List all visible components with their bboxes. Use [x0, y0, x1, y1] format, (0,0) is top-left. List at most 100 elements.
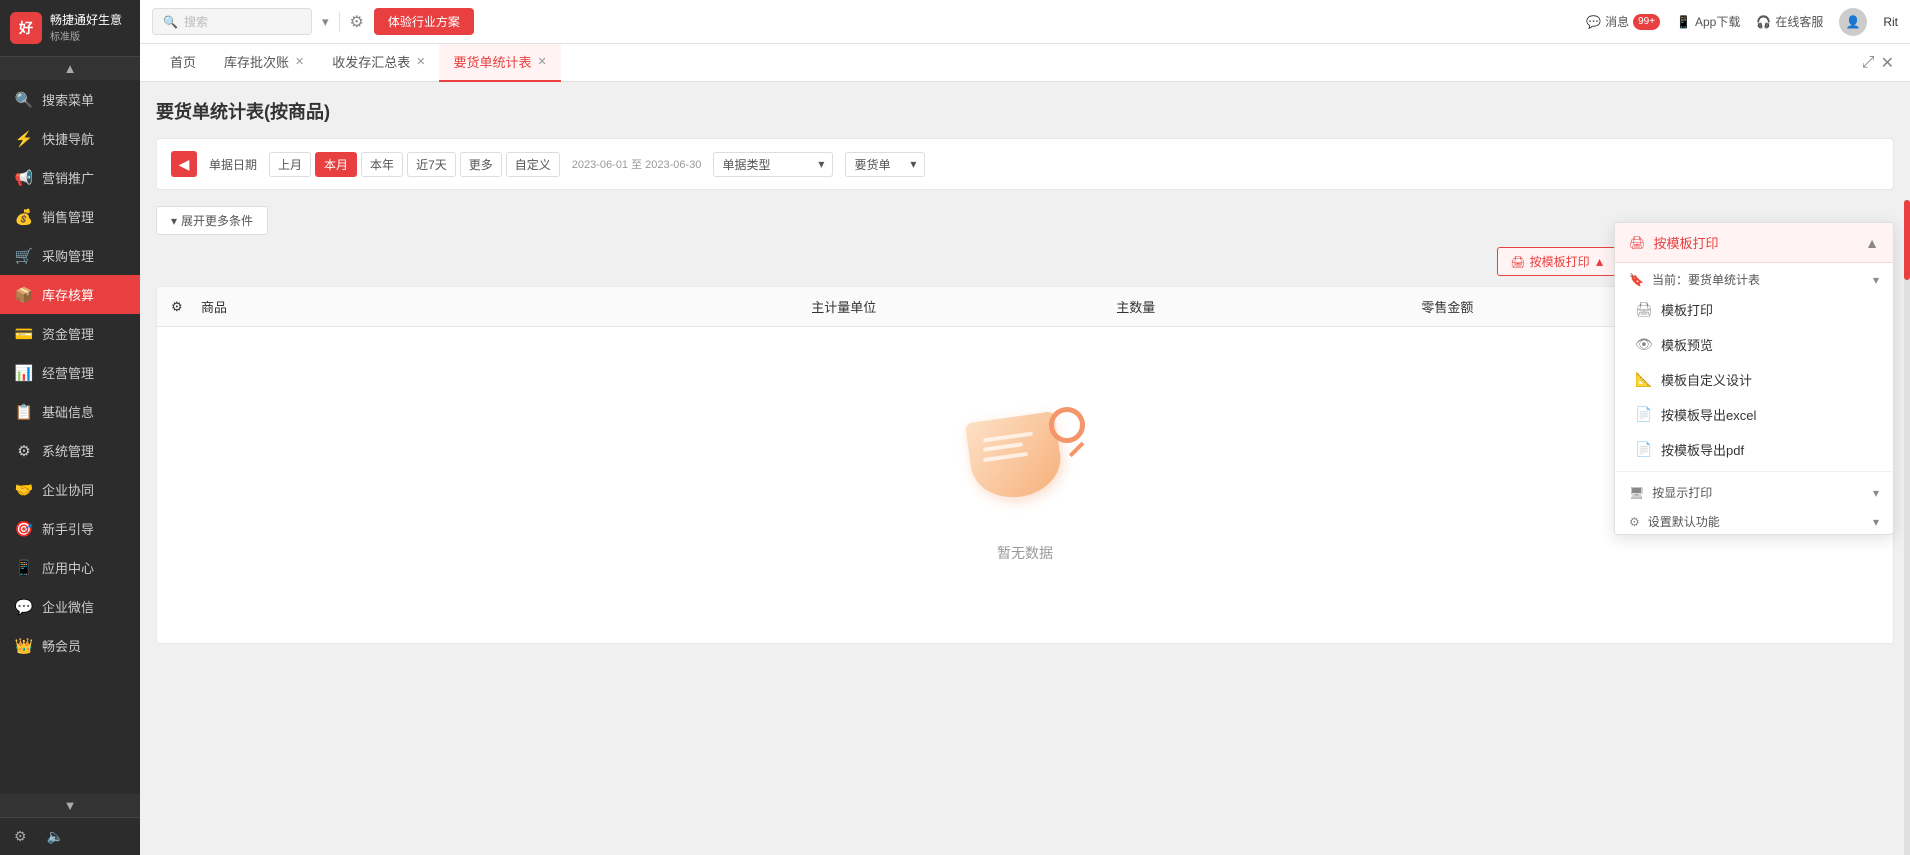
dropdown-close-button[interactable]: ▲ — [1865, 235, 1879, 251]
tab-receipt-summary[interactable]: 收发存汇总表 ✕ — [318, 44, 439, 82]
sidebar-item-inventory[interactable]: 📦 库存核算 — [0, 275, 140, 314]
system-icon: ⚙ — [14, 442, 34, 460]
dropdown-header: 🖨 按模板打印 ▲ — [1615, 223, 1893, 263]
date-range-display: 2023-06-01 至 2023-06-30 — [572, 156, 702, 172]
date-btn-custom[interactable]: 自定义 — [506, 152, 560, 177]
app-center-icon: 📱 — [14, 559, 34, 577]
sidebar-item-quick-nav[interactable]: ⚡ 快捷导航 — [0, 119, 140, 158]
date-filter-group: 上月 本月 本年 近7天 更多 自定义 — [269, 152, 560, 177]
wechat-icon: 💬 — [14, 598, 34, 616]
date-btn-this-year[interactable]: 本年 — [361, 152, 403, 177]
member-icon: 👑 — [14, 637, 34, 655]
tab-home[interactable]: 首页 — [156, 44, 210, 82]
logo-text: 畅捷通好生意 标准版 — [50, 13, 122, 44]
sidebar-item-app-center[interactable]: 📱 应用中心 — [0, 548, 140, 587]
th-qty: 主数量 — [1116, 297, 1421, 316]
trial-button[interactable]: 体验行业方案 — [374, 8, 474, 35]
tab-close-all-button[interactable]: ✕ — [1881, 53, 1894, 73]
tab-batch-account[interactable]: 库存批次账 ✕ — [210, 44, 318, 82]
messages-icon: 💬 — [1586, 15, 1601, 29]
th-product: 商品 — [201, 297, 811, 316]
username-label: Rit — [1883, 15, 1898, 29]
dropdown-item-export-pdf[interactable]: 📄 按模板导出pdf — [1615, 432, 1893, 467]
cargo-filter-select[interactable]: 要货单 ▾ — [845, 152, 925, 177]
date-filter-label: 单据日期 — [209, 156, 257, 173]
dropdown-item-template-preview[interactable]: 👁 模板预览 — [1615, 327, 1893, 362]
dropdown-item-export-excel[interactable]: 📄 按模板导出excel — [1615, 397, 1893, 432]
topbar-gear-icon[interactable]: ⚙ — [350, 12, 364, 32]
app-download-icon: 📱 — [1676, 15, 1691, 29]
default-function-icon: ⚙ — [1629, 515, 1640, 529]
messages-badge: 99+ — [1633, 14, 1660, 30]
current-section[interactable]: 🔖 当前：要货单统计表 ▾ — [1615, 263, 1893, 292]
app-logo: 好 畅捷通好生意 标准版 — [0, 0, 140, 57]
default-function-chevron: ▾ — [1873, 515, 1879, 529]
logo-icon: 好 — [10, 12, 42, 44]
finance-icon: 💳 — [14, 325, 34, 343]
sidebar-item-sales[interactable]: 💰 销售管理 — [0, 197, 140, 236]
main-area: 🔍 搜索 ▾ ⚙ 体验行业方案 💬 消息 99+ 📱 App下载 🎧 在线客服 … — [140, 0, 1910, 855]
sidebar-item-member[interactable]: 👑 畅会员 — [0, 626, 140, 665]
tab-close-receipt-summary[interactable]: ✕ — [416, 55, 425, 68]
tabs-actions: ⤢ ✕ — [1862, 53, 1894, 73]
dropdown-item-template-design[interactable]: 📐 模板自定义设计 — [1615, 362, 1893, 397]
default-function-section[interactable]: ⚙ 设置默认功能 ▾ — [1615, 505, 1893, 534]
messages-button[interactable]: 💬 消息 99+ — [1586, 13, 1660, 30]
filter-expand-button[interactable]: ◀ — [171, 151, 197, 177]
document-type-select[interactable]: 单据类型 ▾ — [713, 152, 833, 177]
tab-maximize-button[interactable]: ⤢ — [1862, 54, 1875, 72]
cargo-dropdown-icon: ▾ — [910, 157, 916, 171]
sidebar-item-system[interactable]: ⚙ 系统管理 — [0, 431, 140, 470]
sidebar-item-enterprise[interactable]: 🤝 企业协同 — [0, 470, 140, 509]
date-btn-last-month[interactable]: 上月 — [269, 152, 311, 177]
page-title: 要货单统计表(按商品) — [156, 98, 1894, 124]
topbar-dropdown-icon[interactable]: ▾ — [322, 14, 329, 30]
dropdown-divider-1 — [1615, 471, 1893, 472]
tab-close-batch-account[interactable]: ✕ — [295, 55, 304, 68]
scrollbar-thumb[interactable] — [1904, 200, 1910, 280]
right-scrollbar[interactable] — [1904, 200, 1910, 855]
date-btn-7days[interactable]: 近7天 — [407, 152, 456, 177]
sidebar-bottom: ⚙ 🔈 — [0, 817, 140, 855]
sidebar-item-search[interactable]: 🔍 搜索菜单 — [0, 80, 140, 119]
date-btn-more[interactable]: 更多 — [460, 152, 502, 177]
online-service-button[interactable]: 🎧 在线客服 — [1756, 13, 1823, 30]
date-btn-this-month[interactable]: 本月 — [315, 152, 357, 177]
expand-more-button[interactable]: ▾ 展开更多条件 — [156, 206, 268, 235]
th-unit: 主计量单位 — [811, 297, 1116, 316]
sidebar-item-purchase[interactable]: 🛒 采购管理 — [0, 236, 140, 275]
expand-icon: ▾ — [171, 214, 177, 228]
tab-close-order-summary[interactable]: ✕ — [538, 55, 547, 68]
content-area: 要货单统计表(按商品) ◀ 单据日期 上月 本月 本年 近7天 更多 自定义 2… — [140, 82, 1910, 855]
print-template-button[interactable]: 🖨 按模板打印 ▲ — [1497, 247, 1618, 276]
template-design-icon: 📐 — [1635, 371, 1651, 388]
inventory-icon: 📦 — [14, 286, 34, 304]
marketing-icon: 📢 — [14, 169, 34, 187]
topbar: 🔍 搜索 ▾ ⚙ 体验行业方案 💬 消息 99+ 📱 App下载 🎧 在线客服 … — [140, 0, 1910, 44]
sidebar-scroll-up[interactable]: ▲ — [0, 57, 140, 80]
topbar-search[interactable]: 🔍 搜索 — [152, 8, 312, 35]
newbie-icon: 🎯 — [14, 520, 34, 538]
sidebar-item-newbie[interactable]: 🎯 新手引导 — [0, 509, 140, 548]
tab-order-summary[interactable]: 要货单统计表 ✕ — [439, 44, 560, 82]
dropdown-item-template-print[interactable]: 🖨 模板打印 — [1615, 292, 1893, 327]
settings-icon[interactable]: ⚙ — [14, 828, 27, 845]
sidebar-item-wechat[interactable]: 💬 企业微信 — [0, 587, 140, 626]
avatar[interactable]: 👤 — [1839, 8, 1867, 36]
th-settings[interactable]: ⚙ — [171, 299, 201, 315]
enterprise-icon: 🤝 — [14, 481, 34, 499]
app-download-button[interactable]: 📱 App下载 — [1676, 13, 1740, 30]
sidebar-item-basic-info[interactable]: 📋 基础信息 — [0, 392, 140, 431]
sidebar: 好 畅捷通好生意 标准版 ▲ 🔍 搜索菜单 ⚡ 快捷导航 📢 营销推广 💰 销售… — [0, 0, 140, 855]
export-excel-icon: 📄 — [1635, 406, 1651, 423]
sound-icon[interactable]: 🔈 — [47, 828, 64, 845]
sidebar-item-finance[interactable]: 💳 资金管理 — [0, 314, 140, 353]
operations-icon: 📊 — [14, 364, 34, 382]
sidebar-scroll-down[interactable]: ▼ — [0, 794, 140, 817]
quick-nav-icon: ⚡ — [14, 130, 34, 148]
sales-icon: 💰 — [14, 208, 34, 226]
current-section-chevron: ▾ — [1873, 273, 1879, 287]
sidebar-item-marketing[interactable]: 📢 营销推广 — [0, 158, 140, 197]
display-print-section[interactable]: 🖥 按显示打印 ▾ — [1615, 476, 1893, 505]
sidebar-item-operations[interactable]: 📊 经营管理 — [0, 353, 140, 392]
